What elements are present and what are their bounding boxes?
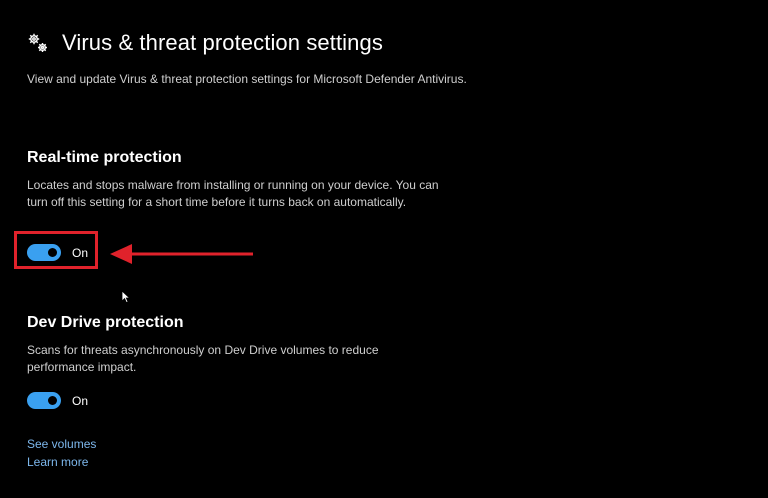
dev-drive-protection-toggle-row[interactable]: On bbox=[27, 392, 88, 409]
toggle-knob bbox=[48, 396, 57, 405]
gears-icon bbox=[28, 33, 47, 52]
settings-page: Virus & threat protection settings View … bbox=[0, 0, 768, 498]
toggle-knob bbox=[48, 248, 57, 257]
learn-more-link[interactable]: Learn more bbox=[27, 455, 88, 469]
realtime-toggle-state-label: On bbox=[72, 245, 89, 260]
mouse-pointer-icon bbox=[121, 290, 131, 304]
realtime-protection-title: Real-time protection bbox=[27, 149, 182, 166]
page-description: View and update Virus & threat protectio… bbox=[27, 72, 467, 86]
dev-drive-protection-title: Dev Drive protection bbox=[27, 314, 184, 331]
title-row: Virus & threat protection settings bbox=[26, 30, 383, 56]
see-volumes-link[interactable]: See volumes bbox=[27, 437, 96, 451]
dev-drive-toggle-state-label: On bbox=[72, 393, 89, 408]
realtime-protection-description: Locates and stops malware from installin… bbox=[27, 178, 439, 209]
annotation-arrow-icon bbox=[110, 244, 253, 264]
dev-drive-protection-description: Scans for threats asynchronously on Dev … bbox=[27, 343, 379, 374]
dev-drive-protection-toggle[interactable] bbox=[27, 392, 61, 409]
realtime-protection-toggle-row[interactable]: On bbox=[27, 244, 88, 261]
page-title: Virus & threat protection settings bbox=[62, 30, 383, 55]
realtime-protection-toggle[interactable] bbox=[27, 244, 61, 261]
